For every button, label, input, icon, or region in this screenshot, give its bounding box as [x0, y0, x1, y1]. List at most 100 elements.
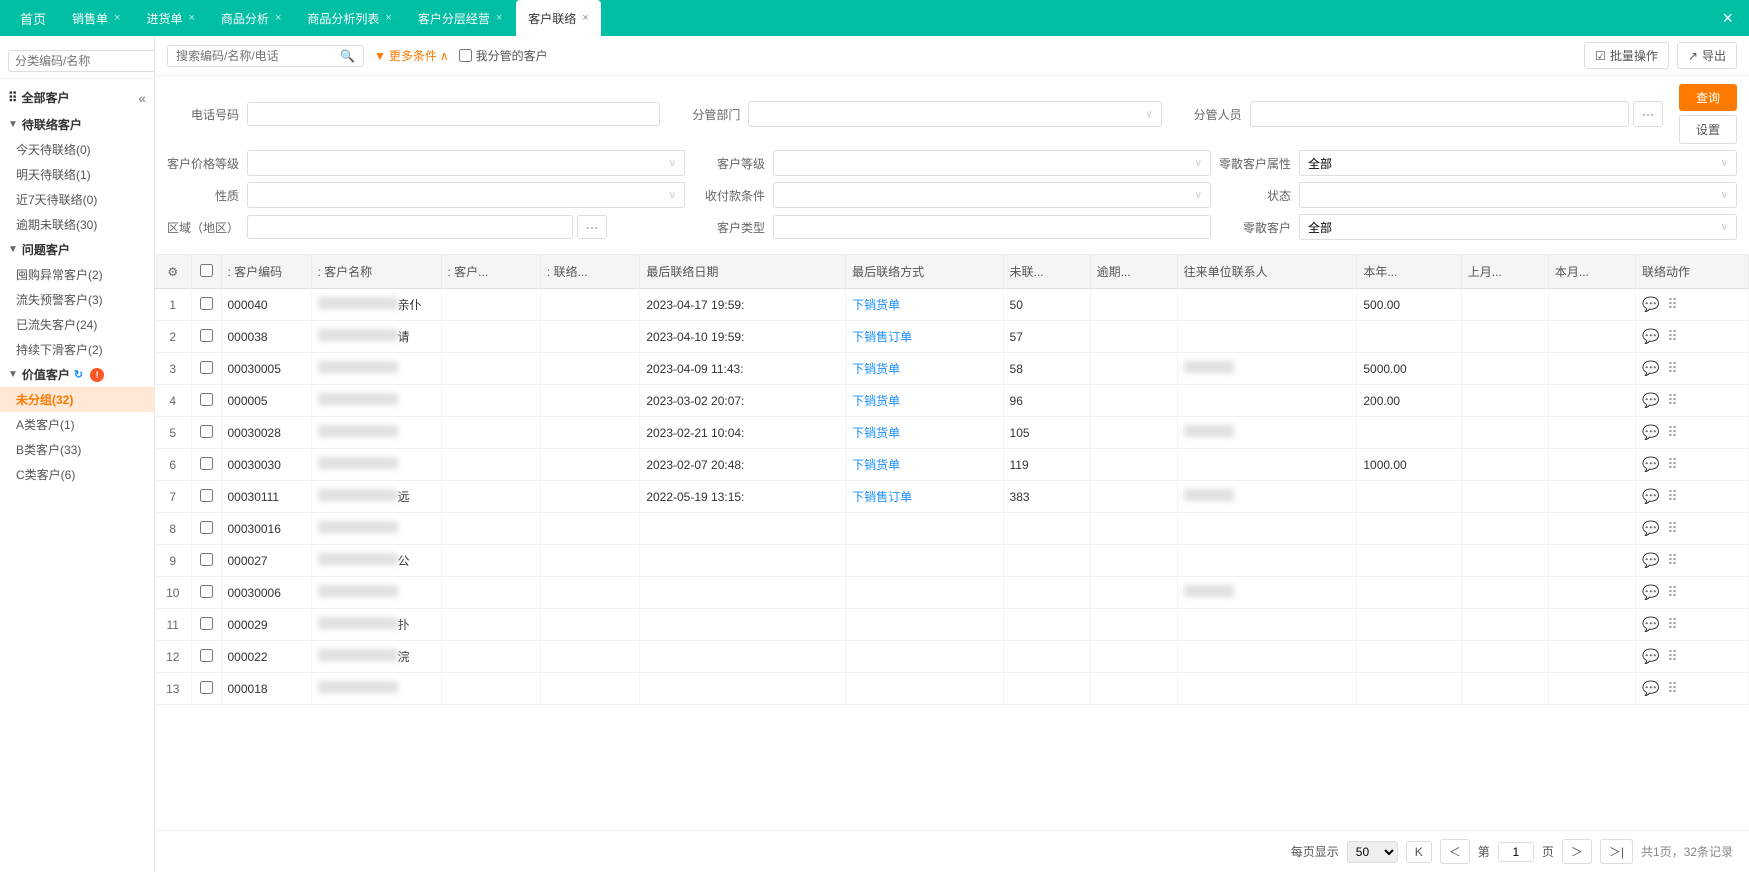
grid-icon[interactable]: ⠿	[1667, 584, 1677, 601]
grid-icon[interactable]: ⠿	[1667, 616, 1677, 633]
top-close-button[interactable]: ×	[1714, 8, 1741, 29]
sidebar-item-declining[interactable]: 持续下滑客户(2)	[0, 337, 154, 362]
grid-icon[interactable]: ⠿	[1667, 648, 1677, 665]
sidebar-item-overdue-pending[interactable]: 逾期未联络(30)	[0, 212, 154, 237]
row-checkbox[interactable]	[200, 681, 213, 694]
chat-icon[interactable]: 💬	[1642, 360, 1659, 377]
sidebar-item-churned[interactable]: 已流失客户(24)	[0, 312, 154, 337]
row-checkbox[interactable]	[200, 585, 213, 598]
row-checkbox[interactable]	[200, 553, 213, 566]
reset-button[interactable]: 设置	[1679, 115, 1737, 144]
close-customer-contact-tab[interactable]: ×	[582, 12, 588, 24]
sidebar-item-class-a[interactable]: A类客户(1)	[0, 412, 154, 437]
grid-icon[interactable]: ⠿	[1667, 328, 1677, 345]
sidebar-item-ungrouped[interactable]: 未分组(32)	[0, 387, 154, 412]
filter-customer-type-input[interactable]	[773, 215, 1211, 239]
close-product-analysis-list-tab[interactable]: ×	[385, 12, 391, 24]
filter-more-conditions[interactable]: ▼ 更多条件 ∧	[374, 47, 449, 64]
chat-icon[interactable]: 💬	[1642, 456, 1659, 473]
sidebar-all-customers[interactable]: ⠿ 全部客户 «	[0, 83, 154, 112]
sidebar-collapse-icon[interactable]: «	[138, 90, 146, 106]
select-all-checkbox[interactable]	[200, 264, 213, 277]
grid-icon[interactable]: ⠿	[1667, 456, 1677, 473]
nav-tab-product-analysis-list[interactable]: 商品分析列表 ×	[295, 0, 403, 36]
export-button[interactable]: ↗ 导出	[1677, 42, 1737, 69]
grid-icon[interactable]: ⠿	[1667, 360, 1677, 377]
filter-status-select[interactable]: ∨	[1299, 182, 1737, 208]
grid-icon[interactable]: ⠿	[1667, 680, 1677, 697]
last-contact-method-link[interactable]: 下销货单	[852, 362, 900, 376]
sidebar-group-value[interactable]: ▼ 价值客户 ↻ !	[0, 362, 154, 387]
filter-manager-select[interactable]	[1250, 101, 1629, 127]
row-checkbox[interactable]	[200, 393, 213, 406]
first-page-button[interactable]: K	[1406, 841, 1432, 863]
sidebar-item-class-c[interactable]: C类客户(6)	[0, 462, 154, 487]
nav-tab-purchase[interactable]: 进货单 ×	[134, 0, 206, 36]
th-checkbox[interactable]	[191, 255, 221, 289]
close-purchase-tab[interactable]: ×	[188, 12, 194, 24]
row-checkbox[interactable]	[200, 521, 213, 534]
filter-price-level-select[interactable]: ∨	[247, 150, 685, 176]
sidebar-search-input[interactable]	[8, 50, 155, 72]
chat-icon[interactable]: 💬	[1642, 520, 1659, 537]
row-checkbox[interactable]	[200, 297, 213, 310]
last-contact-method-link[interactable]: 下销售订单	[852, 490, 912, 504]
filter-nature-select[interactable]: ∨	[247, 182, 685, 208]
sidebar-group-pending[interactable]: ▼ 待联络客户	[0, 112, 154, 137]
nav-tab-product-analysis[interactable]: 商品分析 ×	[209, 0, 293, 36]
chat-icon[interactable]: 💬	[1642, 328, 1659, 345]
last-contact-method-link[interactable]: 下销货单	[852, 298, 900, 312]
filter-dept-select[interactable]: ∨	[748, 101, 1161, 127]
sidebar-item-today-pending[interactable]: 今天待联络(0)	[0, 137, 154, 162]
chat-icon[interactable]: 💬	[1642, 424, 1659, 441]
sidebar-group-problem[interactable]: ▼ 问题客户	[0, 237, 154, 262]
filter-region-ellipsis[interactable]: ···	[577, 215, 607, 239]
close-product-analysis-tab[interactable]: ×	[275, 12, 281, 24]
filter-customer-level-select[interactable]: ∨	[773, 150, 1211, 176]
sidebar-item-7days-pending[interactable]: 近7天待联络(0)	[0, 187, 154, 212]
row-checkbox[interactable]	[200, 489, 213, 502]
chat-icon[interactable]: 💬	[1642, 616, 1659, 633]
filter-search-icon[interactable]: 🔍	[340, 49, 355, 63]
batch-operation-button[interactable]: ☑ 批量操作	[1584, 42, 1669, 69]
sidebar-item-class-b[interactable]: B类客户(33)	[0, 437, 154, 462]
row-checkbox[interactable]	[200, 649, 213, 662]
filter-retail-customer-select[interactable]: 全部∨	[1299, 214, 1737, 240]
grid-icon[interactable]: ⠿	[1667, 520, 1677, 537]
grid-icon[interactable]: ⠿	[1667, 552, 1677, 569]
grid-icon[interactable]: ⠿	[1667, 424, 1677, 441]
filter-phone-input[interactable]	[247, 102, 660, 126]
last-page-button[interactable]: ＞|	[1600, 839, 1633, 864]
sidebar-item-hoarding-abnormal[interactable]: 囤购异常客户(2)	[0, 262, 154, 287]
grid-icon[interactable]: ⠿	[1667, 296, 1677, 313]
nav-tab-sales[interactable]: 销售单 ×	[60, 0, 132, 36]
nav-tab-home[interactable]: 首页	[8, 0, 58, 36]
row-checkbox[interactable]	[200, 457, 213, 470]
chat-icon[interactable]: 💬	[1642, 552, 1659, 569]
page-number-input[interactable]	[1498, 842, 1534, 862]
filter-payment-select[interactable]: ∨	[773, 182, 1211, 208]
row-checkbox[interactable]	[200, 329, 213, 342]
prev-page-button[interactable]: ＜	[1440, 839, 1470, 864]
chat-icon[interactable]: 💬	[1642, 488, 1659, 505]
page-size-select[interactable]: 50 100 200	[1347, 841, 1398, 863]
my-customers-checkbox[interactable]	[459, 49, 472, 62]
close-customer-segment-tab[interactable]: ×	[496, 12, 502, 24]
filter-my-customers[interactable]: 我分管的客户	[459, 47, 548, 64]
last-contact-method-link[interactable]: 下销货单	[852, 426, 900, 440]
chat-icon[interactable]: 💬	[1642, 392, 1659, 409]
row-checkbox[interactable]	[200, 425, 213, 438]
last-contact-method-link[interactable]: 下销售订单	[852, 330, 912, 344]
filter-manager-ellipsis[interactable]: ···	[1633, 101, 1663, 127]
chat-icon[interactable]: 💬	[1642, 680, 1659, 697]
last-contact-method-link[interactable]: 下销货单	[852, 458, 900, 472]
sidebar-item-churn-warning[interactable]: 流失预警客户(3)	[0, 287, 154, 312]
chat-icon[interactable]: 💬	[1642, 296, 1659, 313]
filter-region-input[interactable]	[247, 215, 573, 239]
filter-retail-attr-select[interactable]: 全部∨	[1299, 150, 1737, 176]
th-gear[interactable]: ⚙	[155, 255, 191, 289]
close-sales-tab[interactable]: ×	[114, 12, 120, 24]
refresh-icon[interactable]: ↻	[74, 368, 83, 381]
grid-icon[interactable]: ⠿	[1667, 488, 1677, 505]
row-checkbox[interactable]	[200, 361, 213, 374]
